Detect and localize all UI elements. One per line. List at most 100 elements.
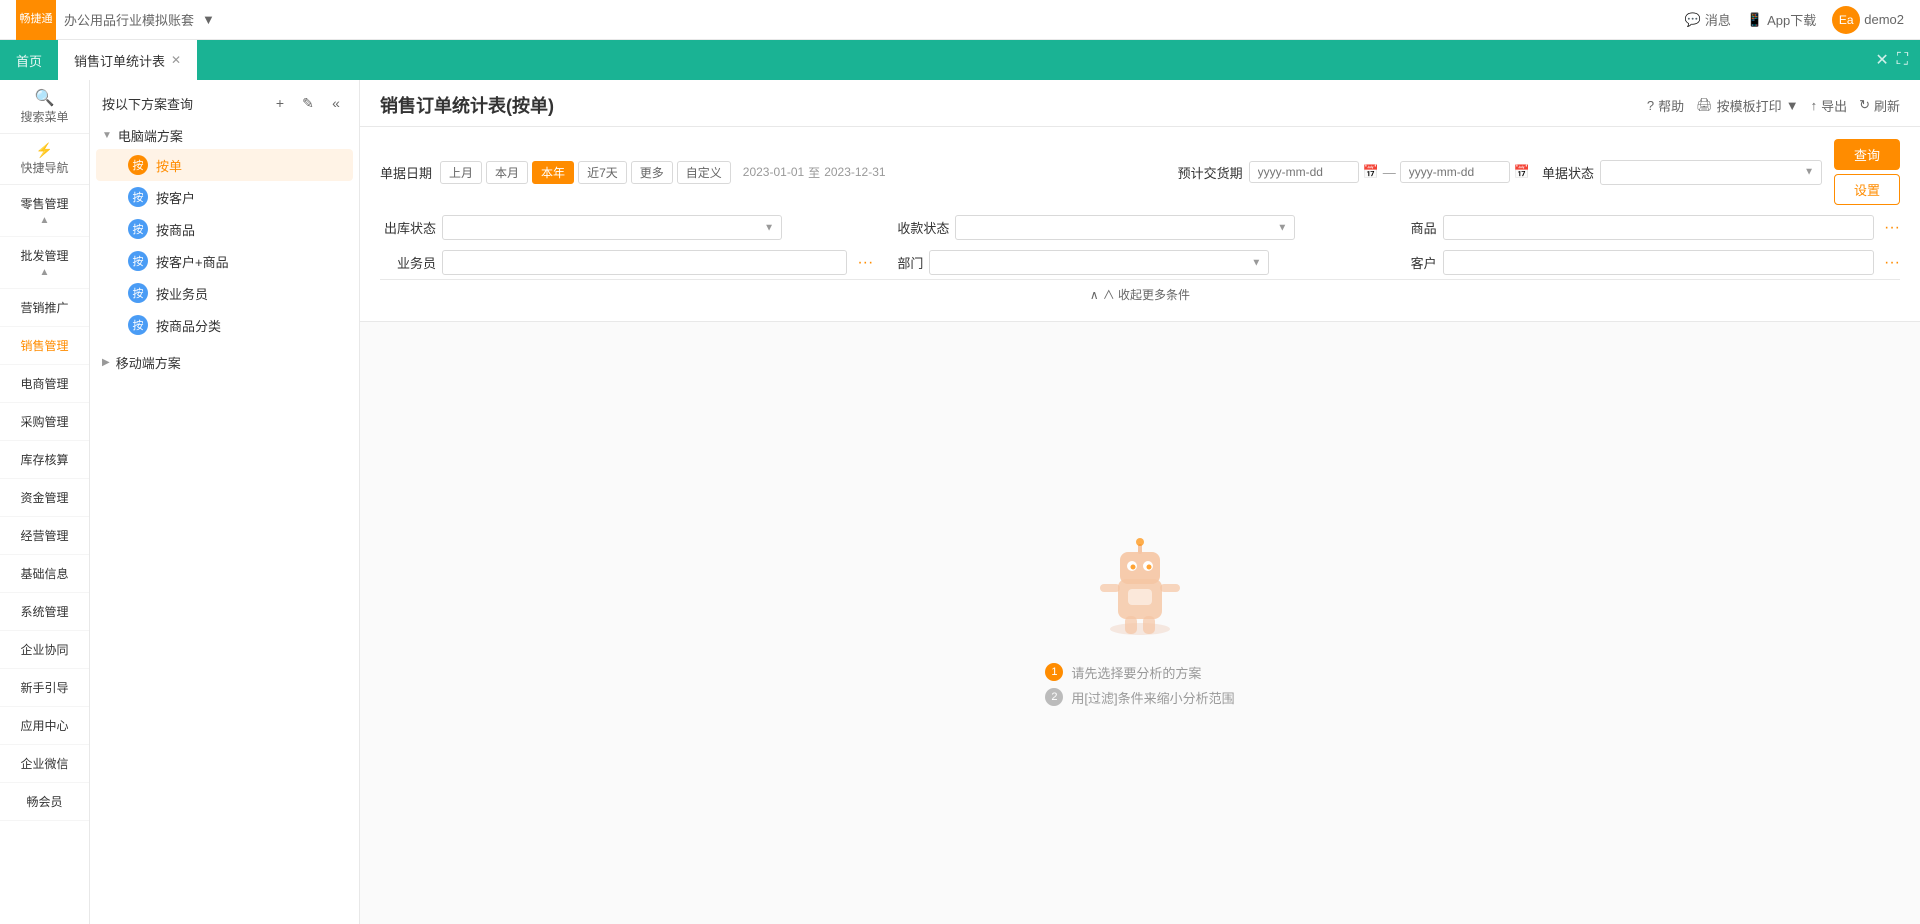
mobile-group-arrow-icon: ▶ — [102, 357, 110, 368]
scheme-item-by-order[interactable]: 按 按单 — [96, 149, 353, 181]
settings-btn[interactable]: 设置 — [1834, 174, 1900, 205]
sidebar-quick-nav[interactable]: ⚡ 快捷导航 — [0, 134, 89, 185]
message-btn[interactable]: 💬 消息 — [1685, 10, 1731, 29]
order-status-select[interactable] — [1600, 160, 1822, 185]
sidebar-item-purchase[interactable]: 采购管理 — [0, 403, 89, 441]
scheme-group-pc-title[interactable]: ▼ 电脑端方案 — [90, 122, 359, 149]
left-panel-header: 按以下方案查询 + ✎ « — [90, 92, 359, 122]
top-bar-left: 畅捷通 办公用品行业模拟账套 ▼ — [16, 0, 215, 40]
salesperson-label: 业务员 — [380, 253, 436, 272]
edit-scheme-btn[interactable]: ✎ — [297, 92, 319, 114]
filter-row-2: 出库状态 ▼ 收款状态 — [380, 215, 1900, 240]
logo: 畅捷通 — [16, 0, 56, 40]
app-title: 办公用品行业模拟账套 — [64, 10, 194, 29]
salesperson-input[interactable] — [442, 250, 847, 275]
department-select[interactable] — [929, 250, 1269, 275]
sidebar-item-basic[interactable]: 基础信息 — [0, 555, 89, 593]
expected-date-end-input[interactable] — [1400, 161, 1510, 183]
expected-date-start-input[interactable] — [1249, 161, 1359, 183]
user-avatar[interactable]: Ea demo2 — [1832, 6, 1904, 34]
tab-bar-right: ✕ ⛶ — [1875, 50, 1920, 70]
date-btn-more[interactable]: 更多 — [631, 161, 673, 184]
tab-close-icon[interactable]: ✕ — [171, 53, 181, 67]
payment-status-select[interactable] — [955, 215, 1295, 240]
sidebar-item-enterprise[interactable]: 企业协同 — [0, 631, 89, 669]
payment-status-label: 收款状态 — [893, 218, 949, 237]
sidebar-item-wholesale[interactable]: 批发管理 ▲ — [0, 237, 89, 289]
filter-row-3: 业务员 ··· 部门 ▼ — [380, 250, 1900, 275]
scheme-item-by-product[interactable]: 按 按商品 — [96, 213, 353, 245]
salesperson-filter: 业务员 ··· — [380, 250, 873, 275]
message-icon: 💬 — [1685, 12, 1701, 28]
top-bar: 畅捷通 办公用品行业模拟账套 ▼ 💬 消息 📱 App下载 Ea demo2 — [0, 0, 1920, 40]
date-btn-last-7-days[interactable]: 近7天 — [578, 161, 627, 184]
product-dots-btn[interactable]: ··· — [1884, 219, 1900, 237]
action-buttons: 查询 设置 — [1834, 139, 1900, 205]
sidebar-item-sales[interactable]: 销售管理 — [0, 327, 89, 365]
order-status-label: 单据状态 — [1542, 163, 1594, 182]
order-status-filter: 单据状态 ▼ — [1542, 160, 1822, 185]
close-window-icon[interactable]: ✕ — [1875, 50, 1888, 70]
scheme-item-by-category[interactable]: 按 按商品分类 — [96, 309, 353, 341]
sidebar-item-retail[interactable]: 零售管理 ▲ — [0, 185, 89, 237]
export-icon: ↑ — [1811, 98, 1818, 113]
sidebar-item-system[interactable]: 系统管理 — [0, 593, 89, 631]
template-print-btn[interactable]: 🖨 按模板打印 ▼ — [1696, 96, 1798, 115]
sidebar-item-operations[interactable]: 经营管理 — [0, 517, 89, 555]
date-btn-last-month[interactable]: 上月 — [440, 161, 482, 184]
sidebar-item-newbie[interactable]: 新手引导 — [0, 669, 89, 707]
collapse-filter-btn[interactable]: ∧ ∧ 收起更多条件 — [380, 279, 1900, 309]
scheme-icon-by-product: 按 — [128, 219, 148, 239]
scheme-item-by-salesperson[interactable]: 按 按业务员 — [96, 277, 353, 309]
step-1-num: 1 — [1045, 663, 1063, 681]
sidebar-item-corp-wechat[interactable]: 企业微信 — [0, 745, 89, 783]
print-icon: 🖨 — [1696, 97, 1713, 113]
sidebar-search[interactable]: 🔍 搜索菜单 — [0, 80, 89, 134]
scheme-icon-by-customer: 按 — [128, 187, 148, 207]
date-btn-this-month[interactable]: 本月 — [486, 161, 528, 184]
sidebar-item-finance[interactable]: 资金管理 — [0, 479, 89, 517]
page-header: 销售订单统计表(按单) ? 帮助 🖨 按模板打印 ▼ ↑ 导出 — [360, 80, 1920, 127]
customer-input[interactable] — [1443, 250, 1874, 275]
refresh-btn[interactable]: ↻ 刷新 — [1859, 96, 1900, 115]
query-btn[interactable]: 查询 — [1834, 139, 1900, 170]
help-btn[interactable]: ? 帮助 — [1647, 96, 1684, 115]
cal-icon-start[interactable]: 📅 — [1363, 164, 1379, 180]
shipment-status-select[interactable] — [442, 215, 782, 240]
date-btn-custom[interactable]: 自定义 — [677, 161, 731, 184]
collapse-panel-btn[interactable]: « — [325, 92, 347, 114]
sidebar-item-marketing[interactable]: 营销推广 — [0, 289, 89, 327]
add-scheme-btn[interactable]: + — [269, 92, 291, 114]
sidebar-item-app-center[interactable]: 应用中心 — [0, 707, 89, 745]
scheme-group-mobile-title[interactable]: ▶ 移动端方案 — [90, 349, 359, 376]
scheme-item-by-customer-product[interactable]: 按 按客户+商品 — [96, 245, 353, 277]
sidebar-item-ecommerce[interactable]: 电商管理 — [0, 365, 89, 403]
product-input[interactable] — [1443, 215, 1874, 240]
maximize-icon[interactable]: ⛶ — [1897, 51, 1908, 69]
date-btn-this-year[interactable]: 本年 — [532, 161, 574, 184]
sidebar-item-membership[interactable]: 畅会员 — [0, 783, 89, 821]
app-download-btn[interactable]: 📱 App下载 — [1747, 10, 1816, 29]
customer-dots-btn[interactable]: ··· — [1884, 254, 1900, 272]
print-dropdown-icon[interactable]: ▼ — [1786, 98, 1799, 113]
scheme-icon-by-category: 按 — [128, 315, 148, 335]
app-dropdown-icon[interactable]: ▼ — [202, 12, 215, 27]
sidebar: 🔍 搜索菜单 ⚡ 快捷导航 零售管理 ▲ 批发管理 ▲ 营销推广 销售管理 电商… — [0, 80, 90, 924]
salesperson-dots-btn[interactable]: ··· — [857, 254, 873, 272]
scheme-icon-by-order: 按 — [128, 155, 148, 175]
scheme-group-pc: ▼ 电脑端方案 按 按单 按 按客户 按 — [90, 122, 359, 349]
scheme-item-by-customer[interactable]: 按 按客户 — [96, 181, 353, 213]
cal-icon-end[interactable]: 📅 — [1514, 164, 1530, 180]
sidebar-item-inventory[interactable]: 库存核算 — [0, 441, 89, 479]
top-bar-right: 💬 消息 📱 App下载 Ea demo2 — [1685, 6, 1904, 34]
expected-date-filter: 预计交货期 📅 — 📅 — [1178, 161, 1530, 183]
export-btn[interactable]: ↑ 导出 — [1811, 96, 1848, 115]
left-panel-title: 按以下方案查询 — [102, 94, 193, 113]
pc-group-arrow-icon: ▼ — [102, 130, 112, 141]
left-panel-actions: + ✎ « — [269, 92, 347, 114]
tab-sales-order-stats[interactable]: 销售订单统计表 ✕ — [58, 40, 197, 80]
tab-home[interactable]: 首页 — [0, 40, 58, 80]
product-label: 商品 — [1407, 218, 1437, 237]
left-panel: 按以下方案查询 + ✎ « ▼ 电脑端方案 按 按单 — [90, 80, 360, 924]
right-panel: 销售订单统计表(按单) ? 帮助 🖨 按模板打印 ▼ ↑ 导出 — [360, 80, 1920, 924]
